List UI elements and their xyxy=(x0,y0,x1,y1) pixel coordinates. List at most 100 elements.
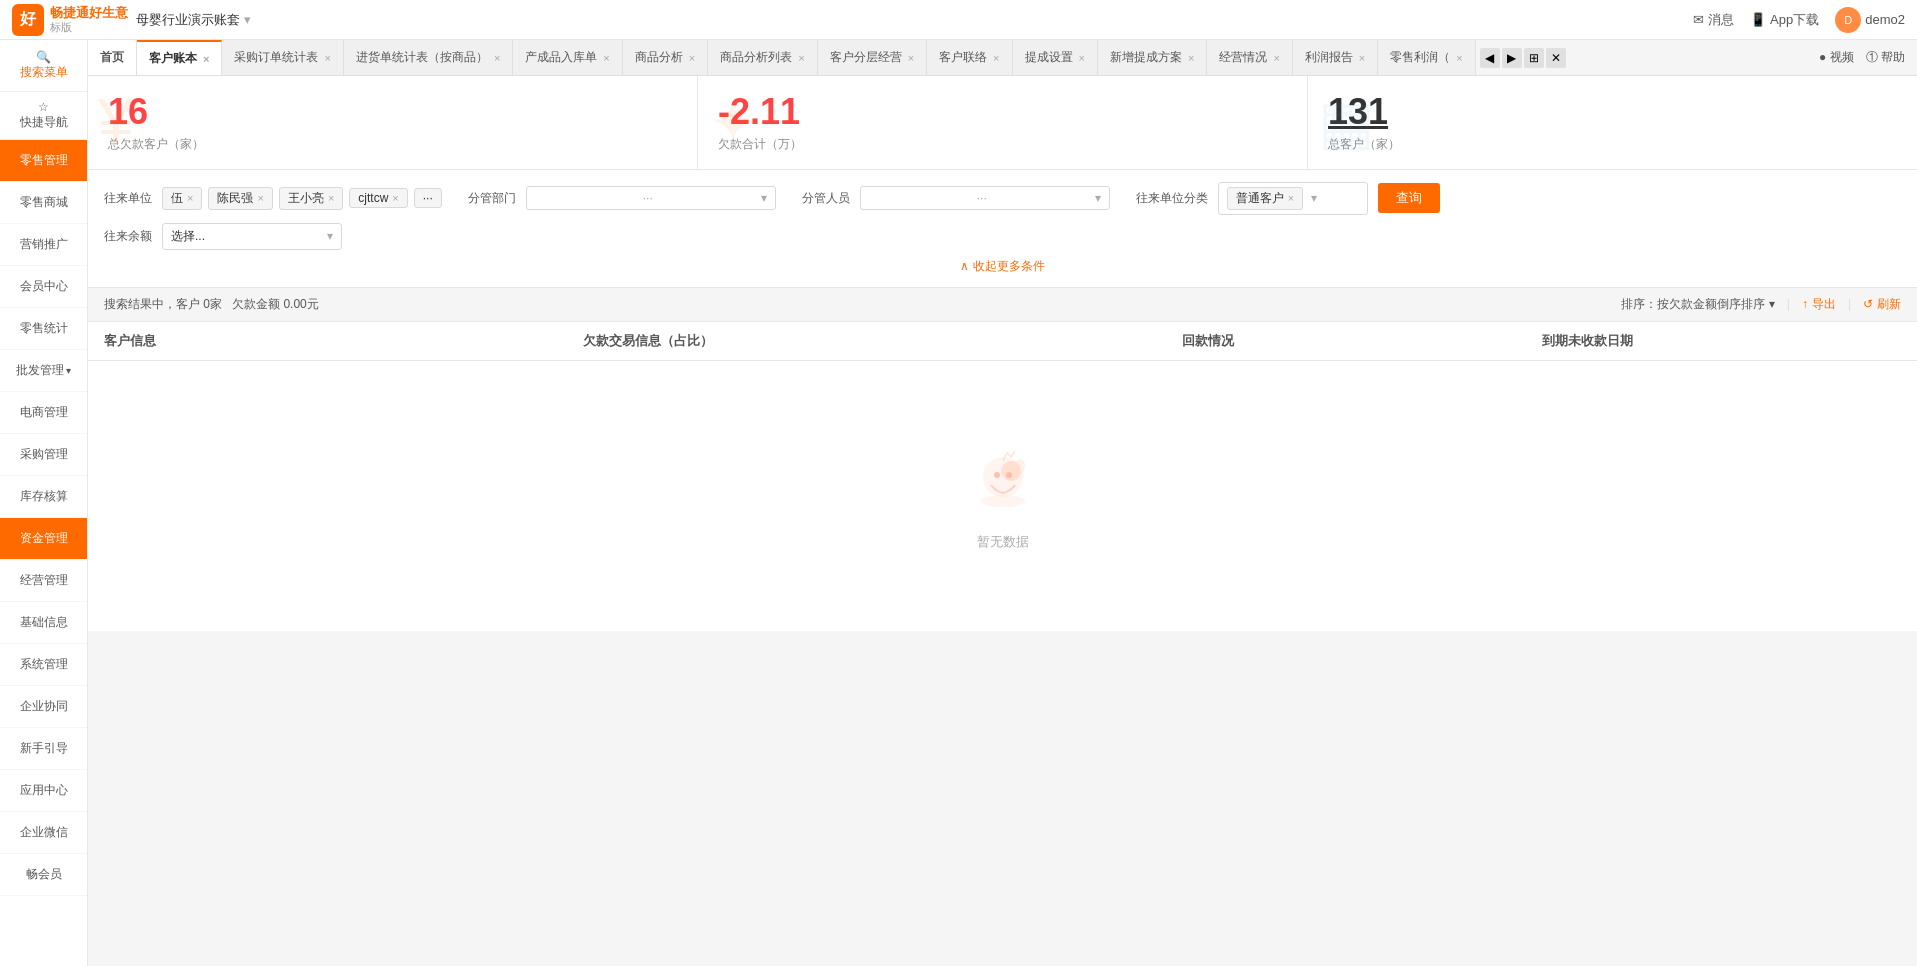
stat-total-all-customers: ▦ 131 总客户（家） xyxy=(1308,76,1917,169)
tab-close-icon[interactable]: × xyxy=(1273,52,1279,64)
tag-remove-btn[interactable]: × xyxy=(1288,192,1294,204)
sidebar-item-retail-stats[interactable]: 零售统计 xyxy=(0,308,87,350)
tab-profit-report[interactable]: 利润报告 × xyxy=(1293,40,1378,76)
search-icon: 🔍 xyxy=(36,50,51,64)
app-name: 畅捷通好生意 xyxy=(50,5,128,21)
tab-home[interactable]: 首页 xyxy=(88,40,137,76)
tab-close-icon[interactable]: × xyxy=(494,52,500,64)
sidebar-item-purchase[interactable]: 采购管理 xyxy=(0,434,87,476)
tab-operation-status[interactable]: 经营情况 × xyxy=(1207,40,1292,76)
sort-selector[interactable]: 排序：按欠款金额倒序排序 ▾ xyxy=(1621,296,1775,313)
help-btn[interactable]: ① 帮助 xyxy=(1866,49,1905,66)
star-icon: ☆ xyxy=(38,100,49,114)
sidebar-item-super-member[interactable]: 畅会员 xyxy=(0,854,87,896)
collapse-button[interactable]: ∧ 收起更多条件 xyxy=(104,258,1901,275)
tab-close-icon[interactable]: × xyxy=(798,52,804,64)
refresh-button[interactable]: ↺ 刷新 xyxy=(1863,296,1901,313)
video-btn[interactable]: ● 视频 xyxy=(1819,49,1854,66)
chevron-down-icon: ▾ xyxy=(244,12,251,27)
tab-retail-profit[interactable]: 零售利润（ × xyxy=(1378,40,1475,76)
tab-customer-connect[interactable]: 客户联络 × xyxy=(927,40,1012,76)
tab-prev-btn[interactable]: ◀ xyxy=(1480,48,1500,68)
dept-select[interactable]: ··· ▾ xyxy=(526,186,776,210)
tab-close-icon[interactable]: × xyxy=(203,53,209,65)
svg-point-3 xyxy=(994,472,1000,478)
app-download-btn[interactable]: 📱 App下载 xyxy=(1750,11,1819,29)
sidebar-item-enterprise-collab[interactable]: 企业协同 xyxy=(0,686,87,728)
sidebar-item-wholesale[interactable]: 批发管理 ▾ xyxy=(0,350,87,392)
balance-select[interactable]: 选择... ▾ xyxy=(162,223,342,250)
tag-remove-btn[interactable]: × xyxy=(187,192,193,204)
tab-close-icon[interactable]: × xyxy=(1359,52,1365,64)
tab-close-icon[interactable]: × xyxy=(993,52,999,64)
sidebar-item-label: 资金管理 xyxy=(20,531,68,545)
message-btn[interactable]: ✉ 消息 xyxy=(1693,11,1734,29)
tab-reminder-settings[interactable]: 提成设置 × xyxy=(1013,40,1098,76)
sidebar-item-ecommerce[interactable]: 电商管理 xyxy=(0,392,87,434)
account-selector[interactable]: 母婴行业演示账套 ▾ xyxy=(136,11,251,29)
account-name: 母婴行业演示账套 xyxy=(136,11,240,29)
empty-icon xyxy=(963,441,1043,521)
unit-tag-wu: 伍 × xyxy=(162,187,202,210)
table-header-col-1: 客户信息 xyxy=(104,332,583,350)
tag-remove-btn[interactable]: × xyxy=(392,192,398,204)
sidebar-quick-nav[interactable]: ☆ 快捷导航 xyxy=(0,92,87,140)
tab-close-icon[interactable]: × xyxy=(908,52,914,64)
sidebar-item-basic-info[interactable]: 基础信息 xyxy=(0,602,87,644)
export-button[interactable]: ↑ 导出 xyxy=(1802,296,1836,313)
logo-icon: 好 xyxy=(12,4,44,36)
sidebar-item-member[interactable]: 会员中心 xyxy=(0,266,87,308)
tab-add-achievement[interactable]: 新增提成方案 × xyxy=(1098,40,1207,76)
sort-label: 排序：按欠款金额倒序排序 xyxy=(1621,296,1765,313)
sidebar-item-app-center[interactable]: 应用中心 xyxy=(0,770,87,812)
tab-close-icon[interactable]: × xyxy=(1456,52,1462,64)
tag-remove-btn[interactable]: × xyxy=(328,192,334,204)
unit-type-label: 往来单位分类 xyxy=(1136,190,1208,207)
sidebar-item-new-user[interactable]: 新手引导 xyxy=(0,728,87,770)
sidebar-item-retail-mall[interactable]: 零售商城 xyxy=(0,182,87,224)
content-area: 首页 客户账本 × 采购订单统计表 × 进货单统计表（按商品） × 产成品入库单… xyxy=(88,40,1917,966)
tab-next-btn[interactable]: ▶ xyxy=(1502,48,1522,68)
sidebar-item-system[interactable]: 系统管理 xyxy=(0,644,87,686)
tab-customer-book[interactable]: 客户账本 × xyxy=(137,40,222,76)
person-label: 分管人员 xyxy=(802,190,850,207)
arrow-icon: ▾ xyxy=(66,365,71,376)
tab-product-inbound[interactable]: 产成品入库单 × xyxy=(513,40,622,76)
tab-bar: 首页 客户账本 × 采购订单统计表 × 进货单统计表（按商品） × 产成品入库单… xyxy=(88,40,1917,76)
tab-product-analysis[interactable]: 商品分析 × xyxy=(623,40,708,76)
unit-type-select[interactable]: 普通客户 × ▾ xyxy=(1218,182,1368,215)
unit-tag-more[interactable]: ··· xyxy=(414,188,442,208)
sidebar-item-label: 零售商城 xyxy=(20,195,68,209)
user-avatar-area[interactable]: D demo2 xyxy=(1835,7,1905,33)
tab-close-all-btn[interactable]: ✕ xyxy=(1546,48,1566,68)
tab-label: 商品分析 xyxy=(635,49,683,66)
sidebar-item-retail[interactable]: 零售管理 xyxy=(0,140,87,182)
divider: | xyxy=(1787,297,1790,311)
tab-customer-segment[interactable]: 客户分层经营 × xyxy=(818,40,927,76)
tab-inbound-stats[interactable]: 进货单统计表（按商品） × xyxy=(344,40,513,76)
tab-menu-btn[interactable]: ⊞ xyxy=(1524,48,1544,68)
sidebar-item-inventory[interactable]: 库存核算 xyxy=(0,476,87,518)
tab-close-icon[interactable]: × xyxy=(603,52,609,64)
tab-close-icon[interactable]: × xyxy=(324,52,330,64)
unit-tag-chen: 陈民强 × xyxy=(208,187,272,210)
dept-label: 分管部门 xyxy=(468,190,516,207)
sidebar-item-finance[interactable]: 资金管理 xyxy=(0,518,87,560)
sidebar-item-marketing[interactable]: 营销推广 xyxy=(0,224,87,266)
tab-purchase-order[interactable]: 采购订单统计表 × xyxy=(222,40,343,76)
tab-product-analysis-list[interactable]: 商品分析列表 × xyxy=(708,40,817,76)
sidebar-item-label: 采购管理 xyxy=(20,447,68,461)
sidebar-item-label: 基础信息 xyxy=(20,615,68,629)
query-button[interactable]: 查询 xyxy=(1378,183,1440,213)
tag-remove-btn[interactable]: × xyxy=(257,192,263,204)
export-label: 导出 xyxy=(1812,296,1836,313)
tab-close-icon[interactable]: × xyxy=(1188,52,1194,64)
tab-close-icon[interactable]: × xyxy=(689,52,695,64)
tab-close-icon[interactable]: × xyxy=(1079,52,1085,64)
sidebar-item-enterprise-wechat[interactable]: 企业微信 xyxy=(0,812,87,854)
app-sub: 标版 xyxy=(50,21,128,34)
results-bar: 搜索结果中，客户 0家 欠款金额 0.00元 排序：按欠款金额倒序排序 ▾ | … xyxy=(88,288,1917,322)
person-select[interactable]: ··· ▾ xyxy=(860,186,1110,210)
sidebar-item-operations[interactable]: 经营管理 xyxy=(0,560,87,602)
sidebar-search[interactable]: 🔍 搜索菜单 xyxy=(0,40,87,92)
